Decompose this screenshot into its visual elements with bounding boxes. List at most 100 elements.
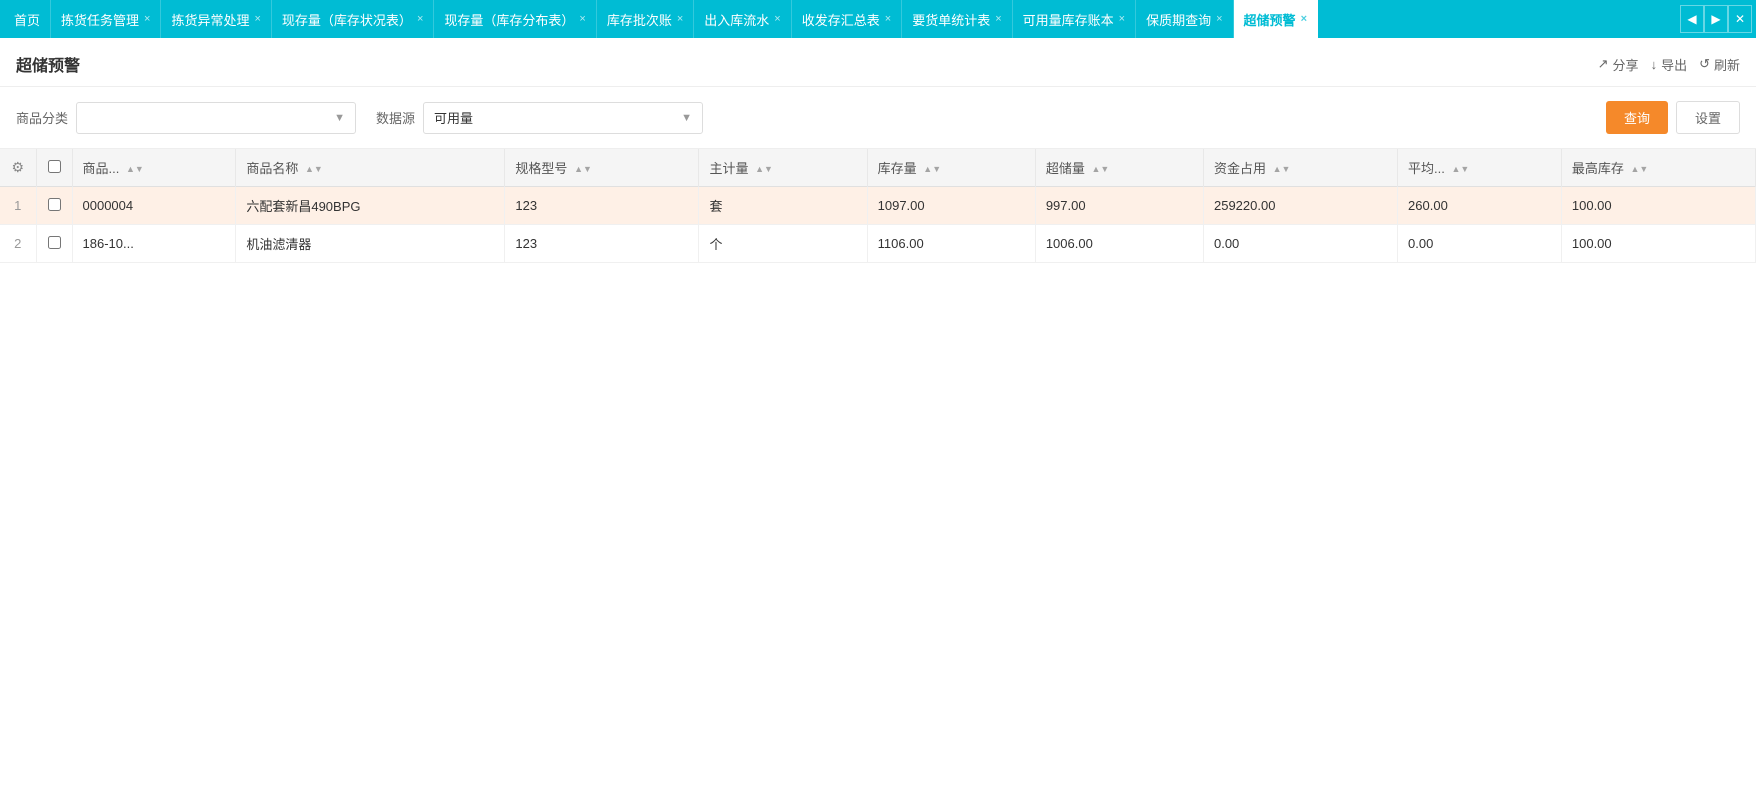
nav-arrow-close[interactable]: ✕ [1728, 5, 1752, 33]
row-name-0: 六配套新昌490BPG [236, 187, 505, 225]
sort-capital-icon[interactable]: ▲▼ [1273, 165, 1291, 174]
row-spec-0: 123 [505, 187, 699, 225]
nav-close-7[interactable]: × [885, 13, 891, 25]
row-unit-0: 套 [699, 187, 867, 225]
datasource-select[interactable]: 可用量 ▼ [423, 102, 703, 134]
sort-avg-icon[interactable]: ▲▼ [1452, 165, 1470, 174]
nav-close-3[interactable]: × [417, 13, 423, 25]
settings-button[interactable]: 设置 [1676, 101, 1740, 134]
col-settings-header: ⚙ [0, 149, 36, 187]
query-button[interactable]: 查询 [1606, 101, 1668, 134]
row-spec-1: 123 [505, 225, 699, 263]
nav-item-label-7: 收发存汇总表 [802, 10, 880, 29]
row-code-1: 186-10... [72, 225, 236, 263]
data-table: ⚙ 商品... ▲▼ 商品名称 ▲▼ 规格型号 ▲▼ [0, 149, 1756, 263]
row-stock-1: 1106.00 [867, 225, 1035, 263]
col-code-header: 商品... ▲▼ [72, 149, 236, 187]
nav-item-label-3: 现存量（库存状况表） [282, 10, 412, 29]
nav-close-11[interactable]: × [1301, 13, 1307, 25]
nav-close-10[interactable]: × [1216, 13, 1222, 25]
row-overstock-1: 1006.00 [1035, 225, 1203, 263]
row-overstock-0: 997.00 [1035, 187, 1203, 225]
share-icon: ↗ [1598, 56, 1609, 72]
row-avg-0: 260.00 [1398, 187, 1562, 225]
nav-item-7[interactable]: 收发存汇总表 × [792, 0, 902, 38]
select-all-checkbox[interactable] [48, 160, 61, 173]
nav-item-label-4: 现存量（库存分布表） [444, 10, 574, 29]
nav-item-9[interactable]: 可用量库存账本 × [1013, 0, 1136, 38]
export-button[interactable]: ↓ 导出 [1651, 55, 1688, 74]
nav-close-5[interactable]: × [677, 13, 683, 25]
sort-spec-icon[interactable]: ▲▼ [574, 165, 592, 174]
col-overstock-header: 超储量 ▲▼ [1035, 149, 1203, 187]
row-num-0: 1 [0, 187, 36, 225]
datasource-dropdown-icon: ▼ [681, 112, 692, 124]
filter-buttons: 查询 设置 [1606, 101, 1740, 134]
nav-item-10[interactable]: 保质期查询 × [1136, 0, 1233, 38]
sort-name-icon[interactable]: ▲▼ [305, 165, 323, 174]
share-button[interactable]: ↗ 分享 [1598, 55, 1639, 74]
row-capital-0: 259220.00 [1203, 187, 1397, 225]
nav-item-label-2: 拣货异常处理 [171, 10, 249, 29]
row-checkbox-0 [36, 187, 72, 225]
sort-max-icon[interactable]: ▲▼ [1631, 165, 1649, 174]
top-navigation: 首页拣货任务管理 ×拣货异常处理 ×现存量（库存状况表） ×现存量（库存分布表）… [0, 0, 1756, 38]
row-unit-1: 个 [699, 225, 867, 263]
nav-item-label-8: 要货单统计表 [912, 10, 990, 29]
nav-close-9[interactable]: × [1119, 13, 1125, 25]
col-max-header: 最高库存 ▲▼ [1561, 149, 1755, 187]
col-spec-header: 规格型号 ▲▼ [505, 149, 699, 187]
refresh-button[interactable]: ↺ 刷新 [1699, 55, 1740, 74]
table-row: 1 0000004 六配套新昌490BPG 123 套 1097.00 997.… [0, 187, 1756, 225]
row-checkbox-1 [36, 225, 72, 263]
sort-unit-icon[interactable]: ▲▼ [755, 165, 773, 174]
sort-overstock-icon[interactable]: ▲▼ [1091, 165, 1109, 174]
category-select[interactable]: ▼ [76, 102, 356, 134]
nav-item-2[interactable]: 拣货异常处理 × [161, 0, 271, 38]
row-max-0: 100.00 [1561, 187, 1755, 225]
col-stock-header: 库存量 ▲▼ [867, 149, 1035, 187]
nav-close-8[interactable]: × [995, 13, 1001, 25]
row-capital-1: 0.00 [1203, 225, 1397, 263]
nav-close-4[interactable]: × [579, 13, 585, 25]
nav-item-label-5: 库存批次账 [607, 10, 672, 29]
nav-close-6[interactable]: × [774, 13, 780, 25]
nav-arrow-right[interactable]: ▶ [1704, 5, 1728, 33]
nav-item-3[interactable]: 现存量（库存状况表） × [272, 0, 434, 38]
table-header-row: ⚙ 商品... ▲▼ 商品名称 ▲▼ 规格型号 ▲▼ [0, 149, 1756, 187]
nav-item-label-0: 首页 [14, 10, 40, 29]
main-content: 超储预警 ↗ 分享 ↓ 导出 ↺ 刷新 商品分类 ▼ 数据源 [0, 38, 1756, 800]
sort-stock-icon[interactable]: ▲▼ [923, 165, 941, 174]
nav-item-11[interactable]: 超储预警 × [1234, 0, 1318, 38]
row-avg-1: 0.00 [1398, 225, 1562, 263]
col-name-header: 商品名称 ▲▼ [236, 149, 505, 187]
nav-close-2[interactable]: × [254, 13, 260, 25]
nav-item-5[interactable]: 库存批次账 × [597, 0, 694, 38]
nav-arrow-left[interactable]: ◀ [1680, 5, 1704, 33]
category-label: 商品分类 [16, 108, 68, 127]
nav-item-8[interactable]: 要货单统计表 × [902, 0, 1012, 38]
nav-item-0[interactable]: 首页 [4, 0, 51, 38]
nav-item-1[interactable]: 拣货任务管理 × [51, 0, 161, 38]
row-select-0[interactable] [48, 198, 61, 211]
row-num-1: 2 [0, 225, 36, 263]
row-name-1: 机油滤清器 [236, 225, 505, 263]
nav-item-label-6: 出入库流水 [704, 10, 769, 29]
filter-bar: 商品分类 ▼ 数据源 可用量 ▼ 查询 设置 [0, 87, 1756, 149]
col-unit-header: 主计量 ▲▼ [699, 149, 867, 187]
nav-item-4[interactable]: 现存量（库存分布表） × [434, 0, 596, 38]
nav-arrows: ◀ ▶ ✕ [1680, 5, 1752, 33]
row-max-1: 100.00 [1561, 225, 1755, 263]
datasource-filter: 数据源 可用量 ▼ [376, 102, 703, 134]
table-gear-icon[interactable]: ⚙ [11, 159, 24, 175]
sort-code-icon[interactable]: ▲▼ [126, 165, 144, 174]
col-checkbox-header [36, 149, 72, 187]
export-icon: ↓ [1651, 57, 1658, 72]
row-code-0: 0000004 [72, 187, 236, 225]
col-capital-header: 资金占用 ▲▼ [1203, 149, 1397, 187]
row-stock-0: 1097.00 [867, 187, 1035, 225]
nav-close-1[interactable]: × [144, 13, 150, 25]
datasource-label: 数据源 [376, 108, 415, 127]
row-select-1[interactable] [48, 236, 61, 249]
nav-item-6[interactable]: 出入库流水 × [694, 0, 791, 38]
